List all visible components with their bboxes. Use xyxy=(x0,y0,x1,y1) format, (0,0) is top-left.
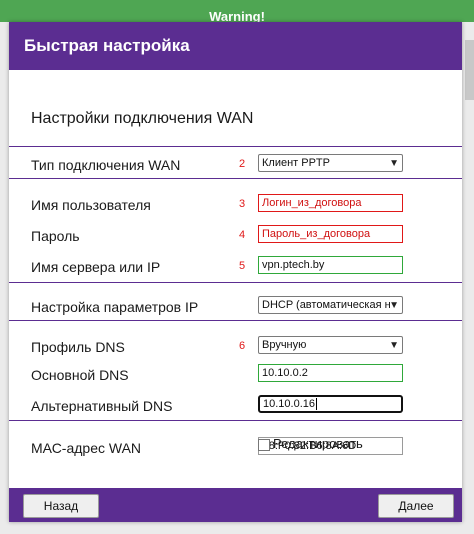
primary-dns-value: 10.10.0.2 xyxy=(262,367,308,379)
dialog-title: Быстрая настройка xyxy=(24,36,190,55)
ip-settings-select[interactable]: DHCP (автоматическая н ▼ xyxy=(258,296,403,314)
wan-type-select[interactable]: Клиент PPTP ▼ xyxy=(258,154,403,172)
row-server: Имя сервера или IP 5 vpn.ptech.by xyxy=(9,256,462,280)
next-button[interactable]: Далее xyxy=(378,494,454,518)
row-wan-type: Тип подключения WAN 2 Клиент PPTP ▼ xyxy=(9,154,462,178)
dialog-header: Быстрая настройка xyxy=(9,22,462,70)
server-value: vpn.ptech.by xyxy=(262,259,325,271)
edit-mac-checkbox-row[interactable]: Редактировать xyxy=(258,436,363,451)
username-input[interactable]: Логин_из_договора xyxy=(258,194,403,212)
dns-profile-label: Профиль DNS xyxy=(31,339,125,355)
mac-address-label: МАС-адрес WAN xyxy=(31,440,142,456)
step-number: 3 xyxy=(239,198,246,210)
password-value: Пароль_из_договора xyxy=(262,228,371,240)
chevron-down-icon: ▼ xyxy=(389,300,399,311)
dialog-footer: Назад Далее xyxy=(9,488,462,522)
dialog-body: Настройки подключения WAN Тип подключени… xyxy=(9,70,462,488)
step-number: 4 xyxy=(239,229,246,241)
divider xyxy=(9,146,462,147)
background-warning-title: Warning! xyxy=(209,9,265,22)
section-title: Настройки подключения WAN xyxy=(31,110,254,127)
row-username: Имя пользователя 3 Логин_из_договора xyxy=(9,194,462,218)
divider xyxy=(9,178,462,179)
alternate-dns-input[interactable]: 10.10.0.16 xyxy=(258,395,403,413)
edit-mac-label: Редактировать xyxy=(273,436,363,451)
row-dns-profile: Профиль DNS 6 Вручную ▼ xyxy=(9,336,462,360)
password-label: Пароль xyxy=(31,228,80,244)
background-scrollbar[interactable] xyxy=(465,40,474,100)
dns-profile-value: Вручную xyxy=(262,339,307,351)
step-number: 2 xyxy=(239,158,246,170)
step-number: 6 xyxy=(239,340,246,352)
row-alternate-dns: Альтернативный DNS 10.10.0.16 xyxy=(9,395,462,419)
alternate-dns-label: Альтернативный DNS xyxy=(31,398,173,414)
ip-settings-label: Настройка параметров IP xyxy=(31,299,199,315)
password-input[interactable]: Пароль_из_договора xyxy=(258,225,403,243)
dns-profile-select[interactable]: Вручную ▼ xyxy=(258,336,403,354)
edit-mac-checkbox[interactable] xyxy=(258,438,270,451)
server-label: Имя сервера или IP xyxy=(31,259,161,275)
divider xyxy=(9,320,462,321)
username-value: Логин_из_договора xyxy=(262,197,362,209)
divider xyxy=(9,282,462,283)
wan-type-value: Клиент PPTP xyxy=(262,157,330,169)
divider xyxy=(9,420,462,421)
background-warning-bar: Warning! xyxy=(0,0,474,22)
step-number: 5 xyxy=(239,260,246,272)
back-button[interactable]: Назад xyxy=(23,494,99,518)
row-password: Пароль 4 Пароль_из_договора xyxy=(9,225,462,249)
row-mac-address: МАС-адрес WAN F8:F0:82:B6:8A:6D xyxy=(9,437,462,461)
alternate-dns-value: 10.10.0.16 xyxy=(263,398,315,410)
chevron-down-icon: ▼ xyxy=(389,340,399,351)
row-ip-settings: Настройка параметров IP DHCP (автоматиче… xyxy=(9,296,462,320)
chevron-down-icon: ▼ xyxy=(389,158,399,169)
text-cursor xyxy=(316,398,317,411)
primary-dns-label: Основной DNS xyxy=(31,367,129,383)
wan-type-label: Тип подключения WAN xyxy=(31,157,181,173)
server-input[interactable]: vpn.ptech.by xyxy=(258,256,403,274)
primary-dns-input[interactable]: 10.10.0.2 xyxy=(258,364,403,382)
quick-setup-dialog: Быстрая настройка Настройки подключения … xyxy=(9,22,462,522)
row-primary-dns: Основной DNS 10.10.0.2 xyxy=(9,364,462,388)
ip-settings-value: DHCP (автоматическая н xyxy=(262,299,391,311)
username-label: Имя пользователя xyxy=(31,197,151,213)
